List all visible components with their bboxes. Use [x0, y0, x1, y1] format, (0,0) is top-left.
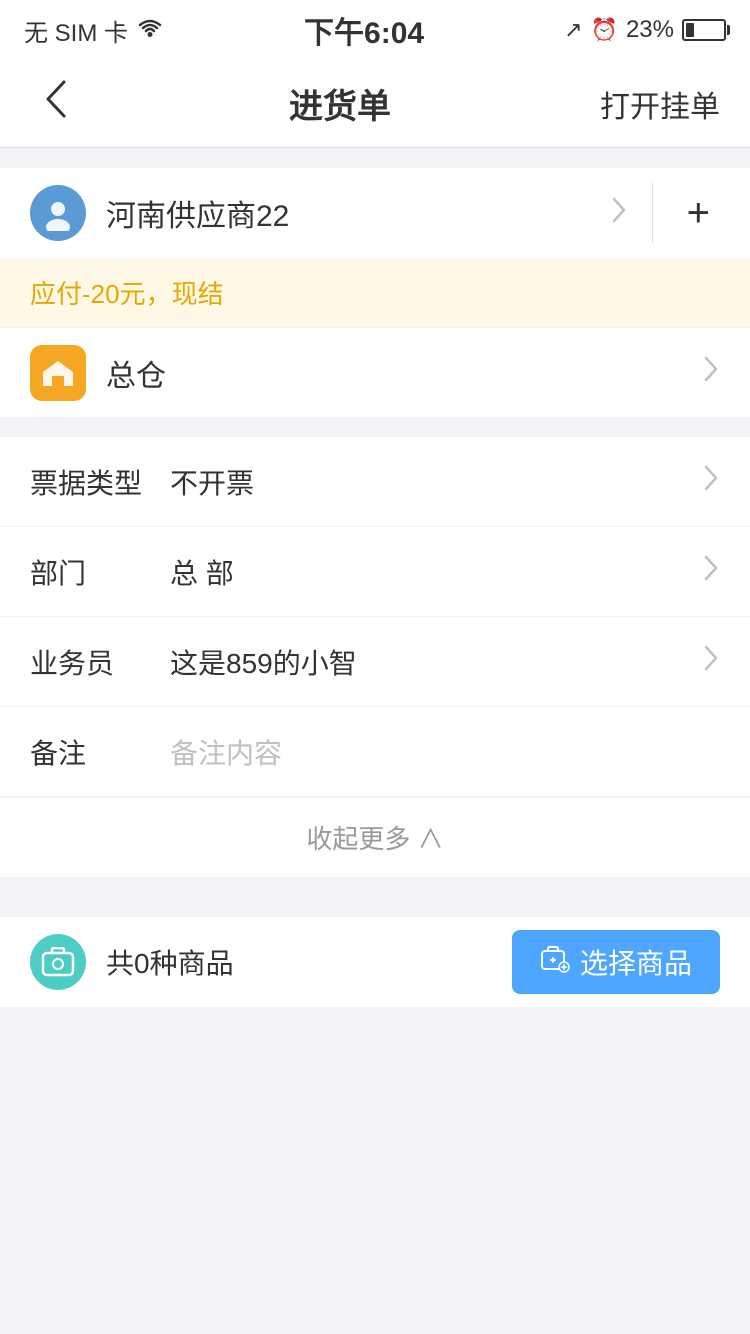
invoice-type-label: 票据类型: [30, 462, 150, 502]
notice-bar: 应付-20元，现结: [0, 258, 750, 327]
remark-placeholder: 备注内容: [150, 732, 720, 772]
department-row[interactable]: 部门 总 部: [0, 527, 750, 617]
add-supplier-button[interactable]: +: [677, 181, 720, 246]
open-pending-button[interactable]: 打开挂单: [600, 82, 720, 126]
status-bar: 无 SIM 卡 下午6:04 ↗ ⏰ 23%: [0, 0, 750, 60]
notice-text: 应付-20元，现结: [30, 279, 224, 309]
salesperson-row[interactable]: 业务员 这是859的小智: [0, 617, 750, 707]
invoice-type-row[interactable]: 票据类型 不开票: [0, 437, 750, 527]
invoice-type-value: 不开票: [150, 462, 702, 502]
select-product-icon: [540, 945, 570, 980]
nav-bar: 进货单 打开挂单: [0, 60, 750, 148]
status-time: 下午6:04: [304, 8, 424, 52]
select-product-label: 选择商品: [580, 942, 692, 982]
alarm-icon: ⏰: [591, 17, 618, 43]
status-left: 无 SIM 卡: [24, 13, 164, 48]
salesperson-chevron-icon: [702, 643, 720, 680]
supplier-avatar: [30, 185, 86, 241]
warehouse-name: 总仓: [106, 351, 702, 395]
carrier-text: 无 SIM 卡: [24, 13, 128, 48]
supplier-section: 河南供应商22 + 应付-20元，现结 总仓: [0, 168, 750, 417]
warehouse-chevron-icon: [702, 354, 720, 391]
supplier-chevron-icon: [610, 195, 628, 232]
product-section: 共0种商品 选择商品: [0, 917, 750, 1007]
location-icon: ↗: [564, 17, 582, 43]
remark-row[interactable]: 备注 备注内容: [0, 707, 750, 797]
collapse-label: 收起更多 ∧: [306, 819, 443, 856]
wifi-icon: [136, 16, 164, 45]
section-divider-2: [0, 877, 750, 897]
supplier-name: 河南供应商22: [106, 191, 610, 235]
warehouse-icon: [30, 345, 86, 401]
remark-label: 备注: [30, 732, 150, 772]
form-section: 票据类型 不开票 部门 总 部 业务员 这是859的小智 备注 备注内容: [0, 437, 750, 877]
collapse-button[interactable]: 收起更多 ∧: [0, 797, 750, 877]
supplier-divider: [652, 183, 653, 243]
salesperson-value: 这是859的小智: [150, 642, 702, 682]
page-title: 进货单: [289, 79, 391, 128]
product-count-text: 共0种商品: [106, 942, 512, 982]
warehouse-row[interactable]: 总仓: [0, 327, 750, 417]
gray-bottom-area: [0, 1007, 750, 1307]
battery-icon: [682, 19, 726, 41]
status-right: ↗ ⏰ 23%: [564, 16, 726, 44]
invoice-type-chevron-icon: [702, 463, 720, 500]
back-button[interactable]: [30, 66, 80, 141]
salesperson-label: 业务员: [30, 642, 150, 682]
department-chevron-icon: [702, 553, 720, 590]
section-divider-1: [0, 148, 750, 168]
department-value: 总 部: [150, 552, 702, 592]
department-label: 部门: [30, 552, 150, 592]
select-product-button[interactable]: 选择商品: [512, 930, 720, 994]
supplier-row[interactable]: 河南供应商22 +: [0, 168, 750, 258]
battery-percent: 23%: [626, 16, 674, 44]
product-icon: [30, 934, 86, 990]
